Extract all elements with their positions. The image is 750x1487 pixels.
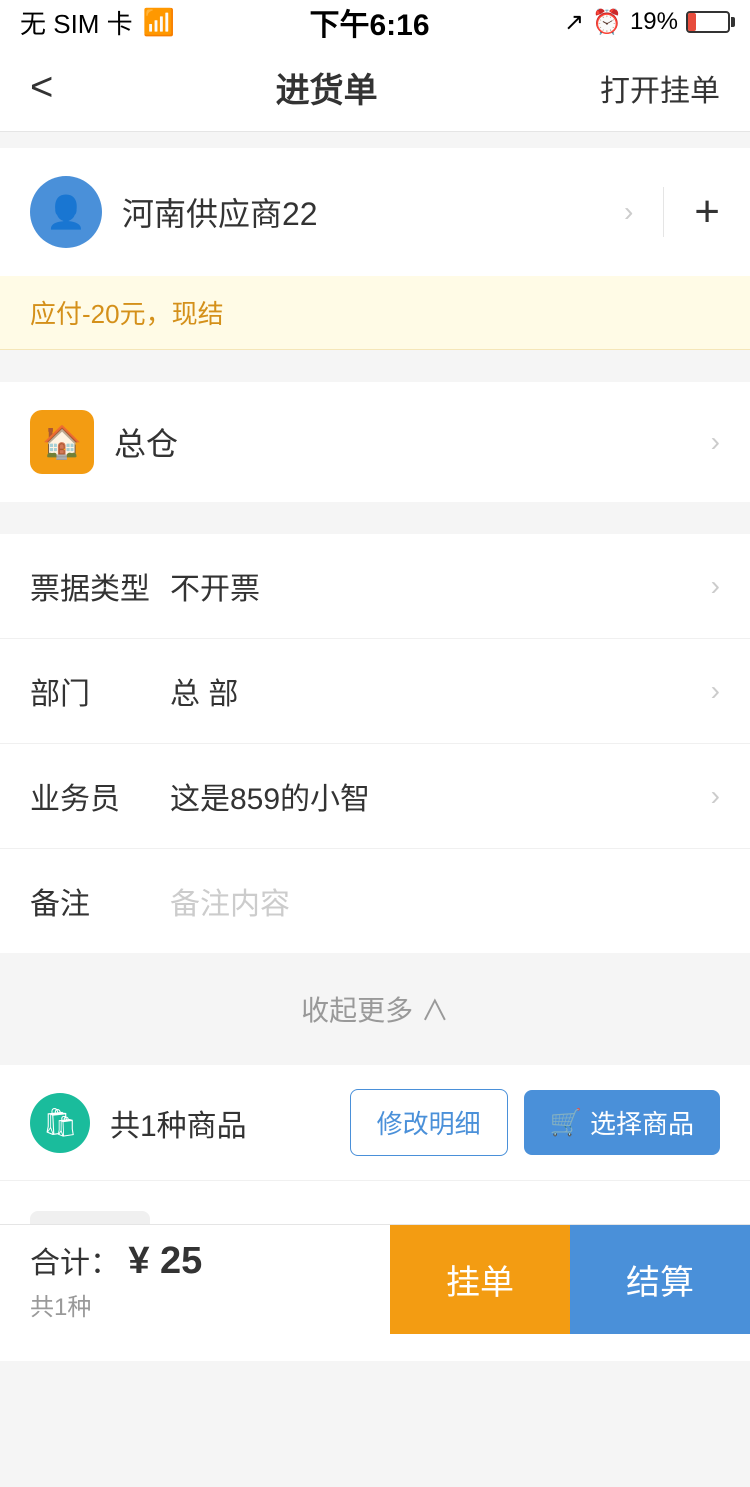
open-pending-button[interactable]: 打开挂单 — [600, 66, 720, 110]
battery-percent: 19% — [630, 8, 678, 36]
cart-add-icon: 🛒 — [550, 1107, 582, 1138]
invoice-type-value: 不开票 — [170, 564, 711, 608]
warehouse-icon: 🏠 — [30, 410, 94, 474]
total-amount: ¥ 25 — [128, 1240, 202, 1282]
carrier-text: 无 SIM 卡 — [20, 4, 133, 41]
nav-bar: < 进货单 打开挂单 — [0, 44, 750, 132]
department-chevron: › — [711, 675, 720, 707]
footer-spacer — [0, 1377, 750, 1487]
divider-4 — [0, 1049, 750, 1065]
warehouse-row[interactable]: 🏠 总仓 › — [0, 382, 750, 502]
department-label: 部门 — [30, 669, 170, 713]
remark-row[interactable]: 备注 备注内容 — [0, 849, 750, 953]
wifi-icon: 📶 — [143, 7, 175, 38]
salesperson-value: 这是859的小智 — [170, 774, 711, 818]
location-icon: ↗ — [564, 8, 584, 37]
remark-value[interactable]: 备注内容 — [170, 879, 720, 923]
warehouse-chevron-icon: › — [711, 426, 720, 458]
salesperson-chevron: › — [711, 780, 720, 812]
collapse-button[interactable]: 收起更多 ∧ — [0, 969, 750, 1049]
salesperson-label: 业务员 — [30, 774, 170, 818]
product-count-icon: 🛍 — [30, 1093, 90, 1153]
footer-total: 合计： ¥ 25 共1种 — [0, 1225, 390, 1334]
product-header: 🛍 共1种商品 修改明细 🛒 选择商品 — [0, 1065, 750, 1181]
back-button[interactable]: < — [30, 65, 53, 110]
notice-bar: 应付-20元，现结 — [0, 276, 750, 350]
divider-1 — [0, 132, 750, 148]
divider-3 — [0, 518, 750, 534]
invoice-type-label: 票据类型 — [30, 564, 170, 608]
settle-button[interactable]: 结算 — [570, 1225, 750, 1334]
remark-label: 备注 — [30, 879, 170, 923]
supplier-row[interactable]: 👤 河南供应商22 › + — [0, 148, 750, 276]
department-value: 总 部 — [170, 669, 711, 713]
battery-icon — [686, 11, 730, 33]
warehouse-section: 🏠 总仓 › — [0, 382, 750, 502]
pending-button[interactable]: 挂单 — [390, 1225, 570, 1334]
add-supplier-button[interactable]: + — [694, 187, 720, 237]
edit-detail-button[interactable]: 修改明细 — [350, 1089, 508, 1156]
footer-total-sub: 共1种 — [30, 1287, 360, 1322]
cart-icon: 🛍 — [42, 1106, 78, 1139]
status-bar: 无 SIM 卡 📶 下午6:16 ↗ ⏰ 19% — [0, 0, 750, 44]
product-count-text: 共1种商品 — [110, 1101, 350, 1145]
avatar-icon: 👤 — [46, 193, 86, 231]
footer-total-main: 合计： ¥ 25 — [30, 1238, 360, 1283]
invoice-type-row[interactable]: 票据类型 不开票 › — [0, 534, 750, 639]
supplier-divider — [663, 187, 664, 237]
status-right: ↗ ⏰ 19% — [564, 8, 730, 37]
select-product-label: 选择商品 — [590, 1104, 694, 1141]
alarm-icon: ⏰ — [592, 8, 622, 37]
supplier-chevron-icon: › — [624, 196, 633, 228]
invoice-type-chevron: › — [711, 570, 720, 602]
select-product-button[interactable]: 🛒 选择商品 — [524, 1090, 720, 1155]
footer: 合计： ¥ 25 共1种 挂单 结算 — [0, 1224, 750, 1334]
supplier-name: 河南供应商22 — [122, 189, 624, 235]
divider-2 — [0, 366, 750, 382]
form-section: 票据类型 不开票 › 部门 总 部 › 业务员 这是859的小智 › 备注 备注… — [0, 534, 750, 953]
status-time: 下午6:16 — [309, 0, 429, 44]
supplier-section: 👤 河南供应商22 › + 应付-20元，现结 — [0, 148, 750, 350]
supplier-avatar: 👤 — [30, 176, 102, 248]
page-title: 进货单 — [276, 63, 378, 112]
status-left: 无 SIM 卡 📶 — [20, 4, 175, 41]
salesperson-row[interactable]: 业务员 这是859的小智 › — [0, 744, 750, 849]
notice-text: 应付-20元，现结 — [30, 299, 224, 329]
total-label: 合计： — [30, 1247, 120, 1280]
warehouse-name: 总仓 — [114, 419, 711, 465]
department-row[interactable]: 部门 总 部 › — [0, 639, 750, 744]
